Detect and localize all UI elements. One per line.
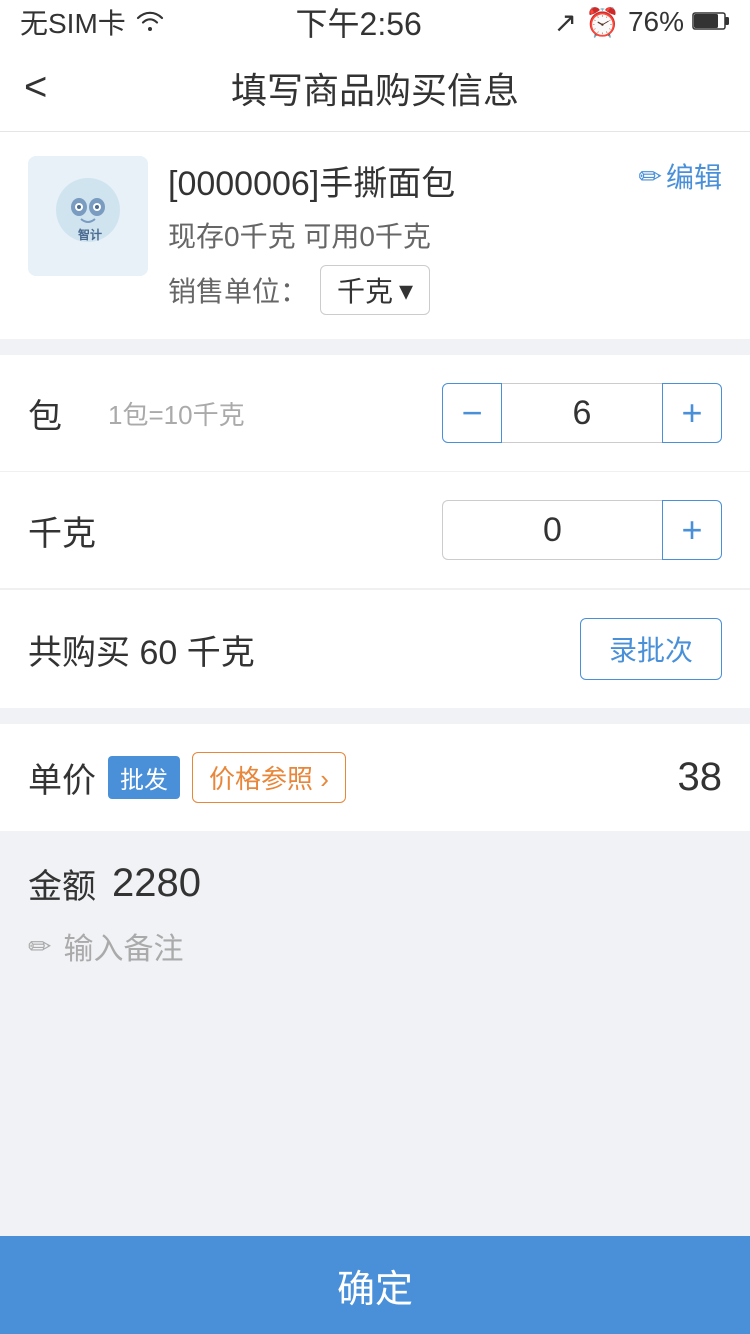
- confirm-text: 确定: [337, 1258, 413, 1313]
- page-title: 填写商品购买信息: [231, 62, 519, 114]
- kg-label: 千克: [28, 506, 108, 555]
- kg-controls: +: [442, 500, 722, 560]
- package-hint: 1包=10千克: [108, 395, 442, 432]
- carrier-text: 无SIM卡: [20, 2, 126, 42]
- remark-placeholder: 输入备注: [63, 924, 183, 968]
- alarm-icon: ⏰: [585, 6, 620, 39]
- unit-dropdown-icon: ▾: [399, 274, 413, 307]
- nav-bar: < 填写商品购买信息: [0, 44, 750, 132]
- price-left: 单价 批发 价格参照 ›: [28, 752, 346, 803]
- status-time: 下午2:56: [296, 0, 422, 45]
- product-unit-row: 销售单位： 千克 ▾: [168, 265, 722, 315]
- status-bar: 无SIM卡 下午2:56 ↗ ⏰ 76%: [0, 0, 750, 44]
- unit-label: 销售单位：: [168, 270, 308, 310]
- product-section: 智计 [0000006]手撕面包 现存0千克 可用0千克 销售单位： 千克 ▾ …: [0, 132, 750, 339]
- wifi-icon: [136, 6, 164, 38]
- price-tag: 批发: [108, 756, 180, 799]
- status-right: ↗ ⏰ 76%: [554, 6, 730, 39]
- unit-value: 千克: [337, 270, 393, 310]
- amount-section: 金额 2280 ✏ 输入备注: [0, 831, 750, 988]
- product-thumbnail: 智计: [28, 156, 148, 276]
- package-quantity-section: 包 1包=10千克 − + 千克 + 共购买 60 千克 录批次: [0, 355, 750, 708]
- package-minus-button[interactable]: −: [442, 383, 502, 443]
- price-row: 单价 批发 价格参照 › 38: [28, 752, 722, 803]
- package-input[interactable]: [502, 383, 662, 443]
- package-controls: − +: [442, 383, 722, 443]
- package-label: 包: [28, 389, 108, 438]
- unit-selector[interactable]: 千克 ▾: [320, 265, 430, 315]
- edit-icon: ✏: [639, 160, 662, 193]
- summary-row: 共购买 60 千克 录批次: [0, 589, 750, 708]
- svg-text:智计: 智计: [77, 227, 102, 242]
- product-logo: 智计: [53, 175, 123, 258]
- product-stock: 现存0千克 可用0千克: [168, 215, 722, 255]
- kg-input[interactable]: [442, 500, 662, 560]
- amount-row: 金额 2280: [28, 859, 722, 908]
- back-button[interactable]: <: [24, 65, 47, 110]
- edit-label: 编辑: [666, 156, 722, 196]
- section-divider: [0, 708, 750, 724]
- location-icon: ↗: [554, 6, 577, 39]
- remark-row[interactable]: ✏ 输入备注: [28, 924, 722, 968]
- confirm-button[interactable]: 确定: [0, 1236, 750, 1334]
- price-value: 38: [678, 755, 723, 800]
- package-plus-button[interactable]: +: [662, 383, 722, 443]
- price-ref-button[interactable]: 价格参照 ›: [192, 752, 346, 803]
- status-left: 无SIM卡: [20, 2, 164, 42]
- pencil-icon: ✏: [28, 930, 51, 963]
- amount-value: 2280: [112, 861, 201, 906]
- bottom-spacer: [0, 988, 750, 1188]
- kg-plus-button[interactable]: +: [662, 500, 722, 560]
- package-row: 包 1包=10千克 − +: [0, 355, 750, 472]
- battery-icon: [692, 6, 730, 38]
- batch-button[interactable]: 录批次: [580, 618, 722, 680]
- summary-text: 共购买 60 千克: [28, 625, 255, 674]
- price-label: 单价: [28, 753, 96, 802]
- kg-row: 千克 +: [0, 472, 750, 589]
- edit-button[interactable]: ✏ 编辑: [639, 156, 722, 196]
- battery-text: 76%: [628, 6, 684, 38]
- amount-label: 金额: [28, 859, 96, 908]
- price-section: 单价 批发 价格参照 › 38: [0, 724, 750, 831]
